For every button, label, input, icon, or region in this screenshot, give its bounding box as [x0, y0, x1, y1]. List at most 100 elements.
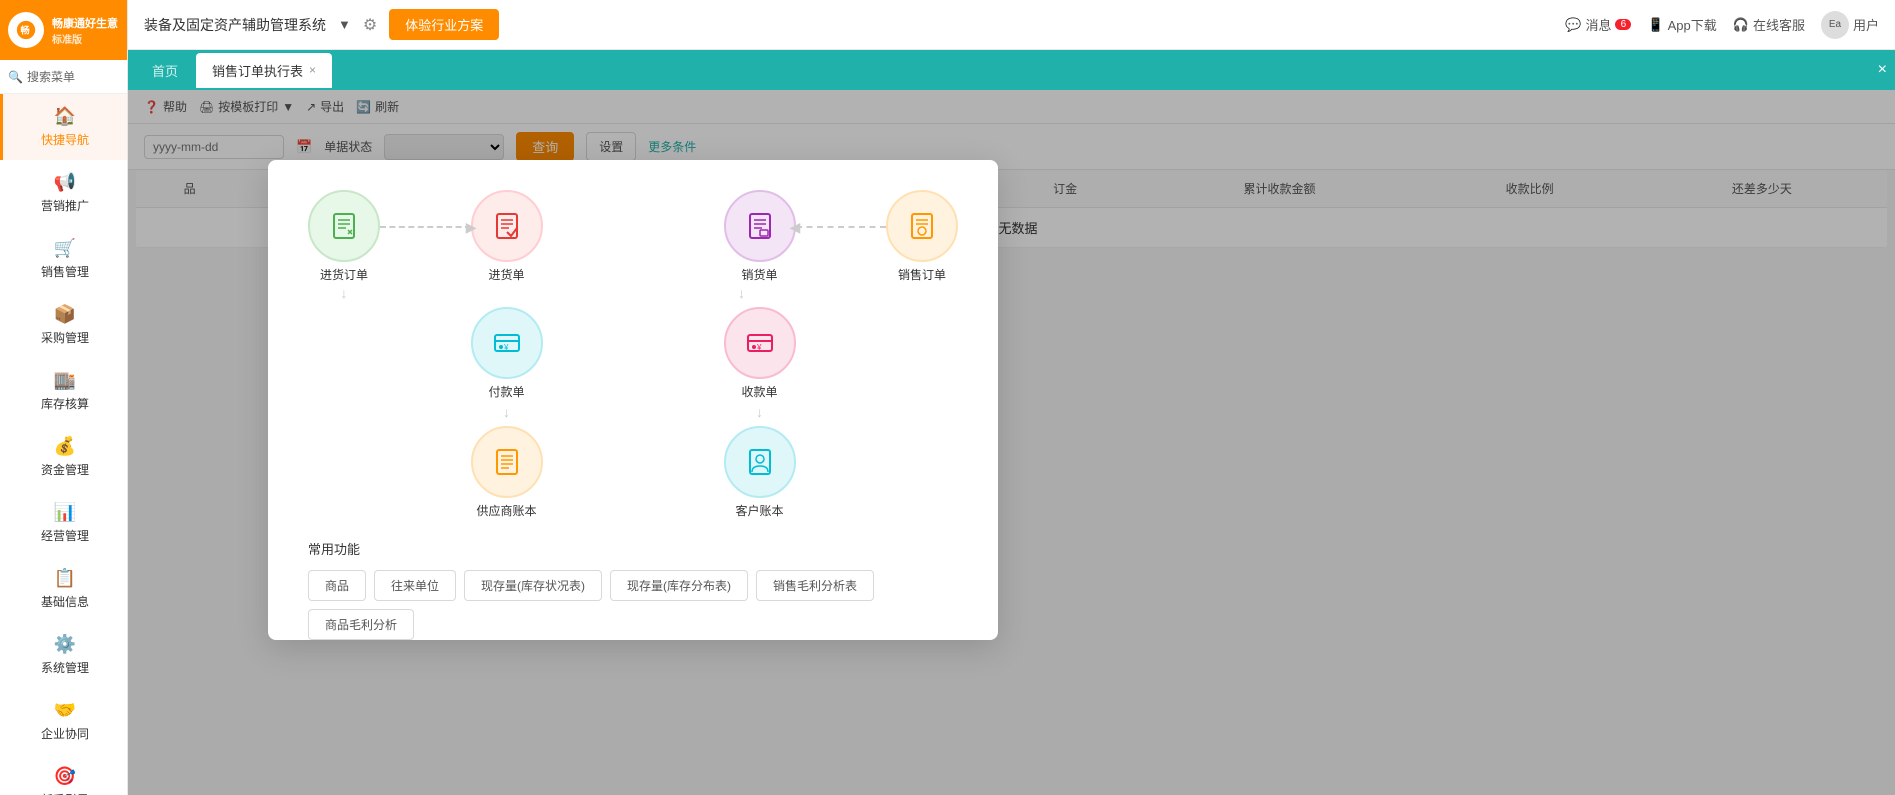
flow-node-sale-bill: 销货单 [724, 190, 796, 283]
system-icon: ⚙️ [54, 634, 76, 655]
guide-icon: 🎯 [54, 766, 76, 787]
payment-circle: ¥ [471, 307, 543, 379]
settings-icon[interactable]: ⚙ [363, 15, 377, 35]
func-btn-4[interactable]: 销售毛利分析表 [756, 570, 874, 601]
svg-text:畅: 畅 [21, 25, 30, 36]
func-btn-0[interactable]: 商品 [308, 570, 366, 601]
tabbar: 首页 销售订单执行表 × × [128, 50, 1895, 90]
flow-node-customer-ledger: 客户账本 [724, 426, 796, 519]
func-btn-3[interactable]: 现存量(库存分布表) [610, 570, 748, 601]
sidebar-item-finance[interactable]: 💰 资金管理 [0, 424, 127, 490]
online-service-item[interactable]: 🎧 在线客服 [1733, 15, 1805, 34]
sidebar-item-label: 营销推广 [41, 197, 89, 214]
purchase-order-label: 进货订单 [320, 266, 368, 283]
topbar-right: 💬 消息 6 📱 App下载 🎧 在线客服 Ea 用户 [1565, 11, 1879, 39]
topbar: 装备及固定资产辅助管理系统 ▼ ⚙ 体验行业方案 💬 消息 6 📱 App下载 … [128, 0, 1895, 50]
payment-label: 付款单 [488, 383, 524, 400]
user-name: 用户 [1853, 15, 1879, 34]
customer-ledger-label: 客户账本 [735, 502, 783, 519]
sale-order-circle [886, 190, 958, 262]
app-logo: 畅 畅康通好生意 标准版 [0, 0, 127, 60]
tab-close-icon[interactable]: × [309, 63, 316, 77]
app-download-item[interactable]: 📱 App下载 [1647, 15, 1716, 34]
inventory-icon: 🏬 [54, 370, 76, 391]
tab-home[interactable]: 首页 [136, 53, 194, 88]
svg-text:¥: ¥ [503, 343, 509, 352]
sidebar-search[interactable]: 🔍 搜索菜单 [0, 60, 127, 94]
sidebar-menu: 📢 营销推广 🛒 销售管理 📦 采购管理 🏬 库存核算 💰 资金管理 📊 [0, 160, 127, 795]
finance-icon: 💰 [54, 436, 76, 457]
sale-bill-label: 销货单 [741, 266, 777, 283]
sidebar-item-label: 企业协同 [41, 725, 89, 742]
app-version: 标准版 [52, 31, 118, 46]
service-icon: 🎧 [1733, 17, 1749, 33]
sales-icon: 🛒 [54, 238, 76, 259]
sidebar-item-label: 经营管理 [41, 527, 89, 544]
modal-overlay[interactable]: 进货订单 ▶ [128, 90, 1895, 795]
common-functions-title: 常用功能 [308, 539, 958, 558]
marketing-icon: 📢 [54, 172, 76, 193]
sale-order-label: 销售订单 [898, 266, 946, 283]
modal-content: 进货订单 ▶ [268, 160, 998, 640]
sidebar-item-system[interactable]: ⚙️ 系统管理 [0, 622, 127, 688]
purchase-icon: 📦 [54, 304, 76, 325]
sidebar-item-label: 销售管理 [41, 263, 89, 280]
func-btn-5[interactable]: 商品毛利分析 [308, 609, 414, 640]
func-btn-2[interactable]: 现存量(库存状况表) [464, 570, 602, 601]
sidebar-item-label: 采购管理 [41, 329, 89, 346]
system-dropdown[interactable]: ▼ [338, 17, 351, 32]
sidebar-item-guide[interactable]: 🎯 新手引导 [0, 754, 127, 795]
receipt-circle: ¥ [724, 307, 796, 379]
flow-node-supplier-ledger: 供应商账本 [471, 426, 543, 519]
online-service-label: 在线客服 [1753, 15, 1805, 34]
message-item[interactable]: 💬 消息 6 [1565, 15, 1631, 34]
sidebar-item-basic-info[interactable]: 📋 基础信息 [0, 556, 127, 622]
receipt-label: 收款单 [741, 383, 777, 400]
flow-node-sale-order: 销售订单 [886, 190, 958, 283]
sidebar-item-inventory[interactable]: 🏬 库存核算 [0, 358, 127, 424]
supplier-ledger-circle [471, 426, 543, 498]
home-icon: 🏠 [54, 106, 76, 127]
sidebar-item-operations[interactable]: 📊 经营管理 [0, 490, 127, 556]
operations-icon: 📊 [54, 502, 76, 523]
common-functions: 常用功能 商品往来单位现存量(库存状况表) 现存量(库存分布表) 销售毛利分析表商品… [308, 539, 958, 640]
purchase-order-circle [308, 190, 380, 262]
sidebar-item-label: 新手引导 [41, 791, 89, 795]
content-area: ❓ 帮助 🖨 按模板打印 ▼ ↗ 导出 🔄 刷新 [128, 90, 1895, 795]
app-download-label: App下载 [1668, 15, 1717, 34]
flow-node-receipt: ¥ 收款单 [724, 307, 796, 400]
chevron-down-icon: ▼ [338, 17, 351, 32]
avatar: Ea [1821, 11, 1849, 39]
tabbar-close[interactable]: × [1878, 61, 1887, 79]
home-tab-label: 首页 [152, 61, 178, 80]
basic-info-icon: 📋 [54, 568, 76, 589]
flow-node-purchase-bill: 进货单 [471, 190, 543, 283]
flow-node-payment: ¥ 付款单 [471, 307, 543, 400]
search-icon: 🔍 [8, 70, 23, 84]
sidebar-item-purchase[interactable]: 📦 采购管理 [0, 292, 127, 358]
function-buttons: 商品往来单位现存量(库存状况表)现存量(库存分布表)销售毛利分析表商品毛利分析销… [308, 570, 958, 640]
sidebar-item-sales[interactable]: 🛒 销售管理 [0, 226, 127, 292]
message-label: 消息 [1585, 15, 1611, 34]
app-name: 畅康通好生意 [52, 15, 118, 31]
main-area: 装备及固定资产辅助管理系统 ▼ ⚙ 体验行业方案 💬 消息 6 📱 App下载 … [128, 0, 1895, 795]
flow-node-purchase-order: 进货订单 [308, 190, 380, 283]
sidebar: 畅 畅康通好生意 标准版 🔍 搜索菜单 🏠 快捷导航 📢 营销推广 🛒 销售管理 [0, 0, 128, 795]
sidebar-item-label: 库存核算 [41, 395, 89, 412]
logo-icon: 畅 [8, 12, 44, 48]
sidebar-item-quick-nav[interactable]: 🏠 快捷导航 [0, 94, 127, 160]
user-item[interactable]: Ea 用户 [1821, 11, 1879, 39]
download-icon: 📱 [1647, 17, 1663, 33]
tab-sales-order[interactable]: 销售订单执行表 × [196, 53, 332, 88]
sidebar-item-label: 快捷导航 [41, 131, 89, 148]
sidebar-item-collab[interactable]: 🤝 企业协同 [0, 688, 127, 754]
func-btn-1[interactable]: 往来单位 [374, 570, 456, 601]
sidebar-item-label: 资金管理 [41, 461, 89, 478]
message-icon: 💬 [1565, 17, 1581, 33]
sidebar-item-label: 基础信息 [41, 593, 89, 610]
experience-btn[interactable]: 体验行业方案 [389, 9, 499, 40]
customer-ledger-circle [724, 426, 796, 498]
sidebar-item-marketing[interactable]: 📢 营销推广 [0, 160, 127, 226]
sidebar-item-label: 系统管理 [41, 659, 89, 676]
supplier-ledger-label: 供应商账本 [476, 502, 536, 519]
